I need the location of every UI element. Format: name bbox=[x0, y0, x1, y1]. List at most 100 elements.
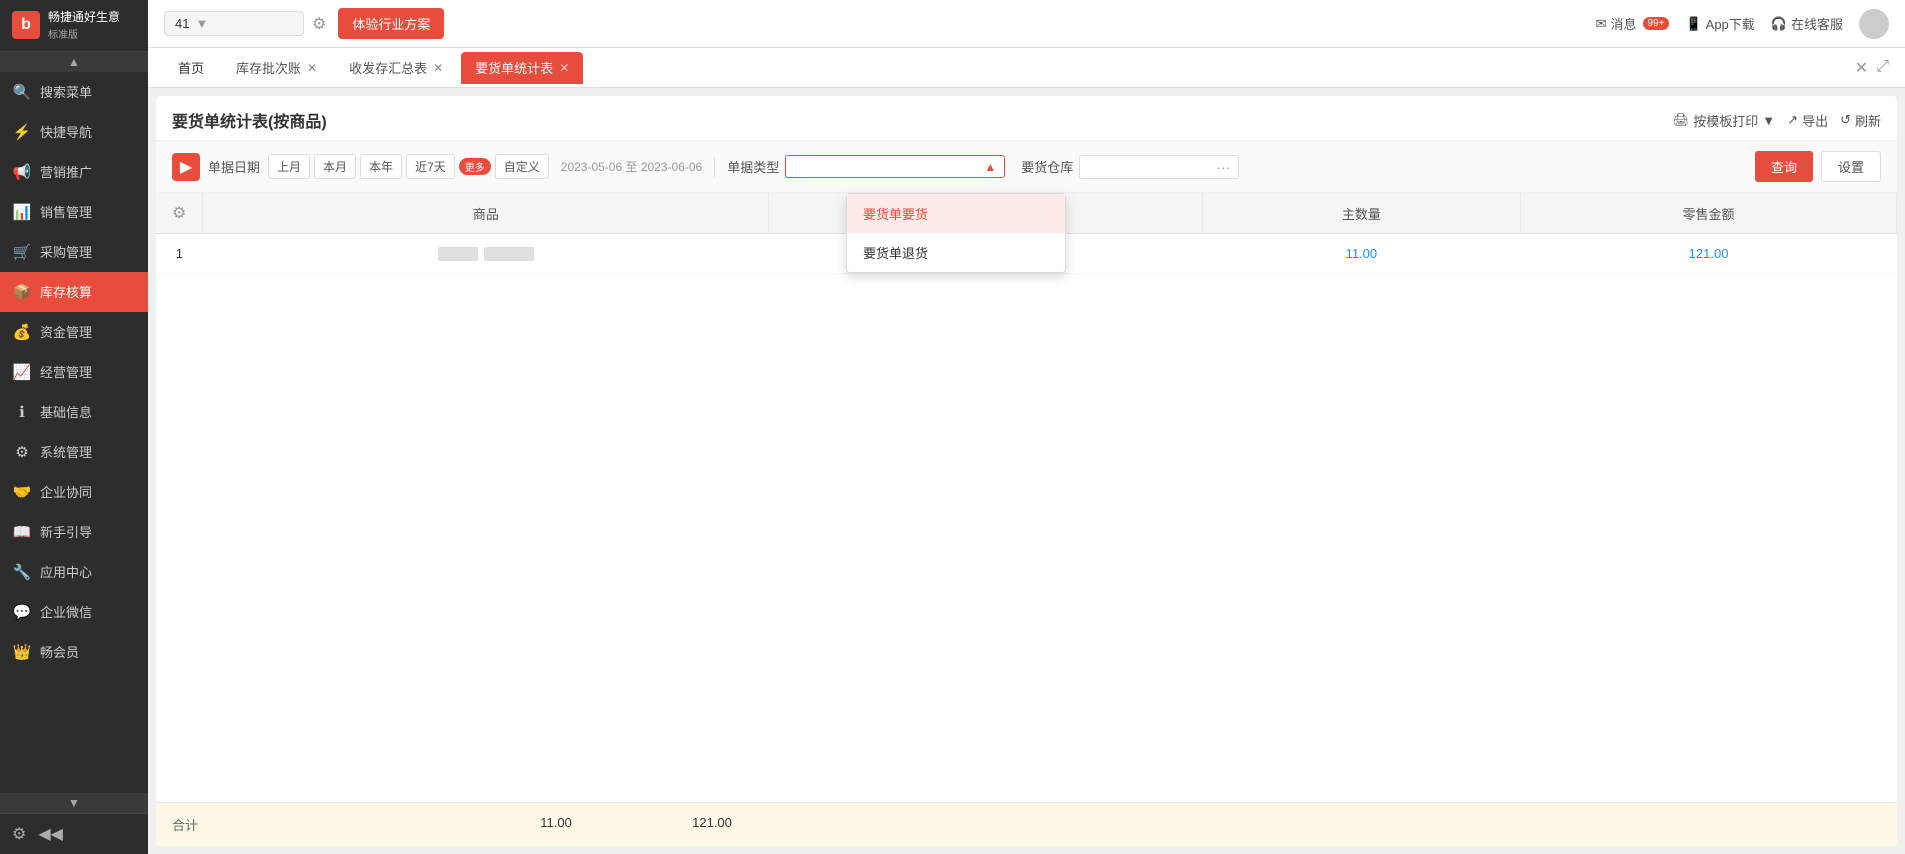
sidebar-item-label: 搜索菜单 bbox=[40, 82, 92, 101]
print-button[interactable]: 🖨 按模板打印 ▼ bbox=[1673, 111, 1775, 130]
sidebar-item-search[interactable]: 🔍 搜索菜单 bbox=[0, 72, 148, 112]
product-cell bbox=[219, 247, 753, 261]
sidebar-item-operations[interactable]: 📈 经营管理 bbox=[0, 352, 148, 392]
page-actions: 🖨 按模板打印 ▼ ↗ 导出 ↺ 刷新 bbox=[1673, 111, 1881, 130]
tabs-bar: 首页 库存批次账 ✕ 收发存汇总表 ✕ 要货单统计表 ✕ ✕ ⤢ bbox=[148, 48, 1905, 88]
sidebar-item-purchase[interactable]: 🛒 采购管理 bbox=[0, 232, 148, 272]
messages-badge: 99+ bbox=[1643, 17, 1670, 30]
sidebar-item-finance[interactable]: 💰 资金管理 bbox=[0, 312, 148, 352]
page-content: 要货单统计表(按商品) 🖨 按模板打印 ▼ ↗ 导出 ↺ 刷新 ▶ bbox=[156, 96, 1897, 846]
workspace-arrow-icon: ▼ bbox=[195, 16, 208, 31]
topbar-settings-icon[interactable]: ⚙ bbox=[312, 14, 326, 34]
sidebar-item-marketing[interactable]: 📢 营销推广 bbox=[0, 152, 148, 192]
type-dropdown-menu: 要货单要货 要货单退货 bbox=[846, 193, 1066, 273]
sidebar: b 畅捷通好生意 标准版 ▲ 🔍 搜索菜单 ⚡ 快捷导航 📢 营销推广 📊 销售… bbox=[0, 0, 148, 854]
sidebar-item-sales[interactable]: 📊 销售管理 bbox=[0, 192, 148, 232]
collapse-icon[interactable]: ◀◀ bbox=[38, 824, 63, 844]
col-settings[interactable]: ⚙ bbox=[156, 193, 203, 234]
close-all-tabs-icon[interactable]: ✕ bbox=[1855, 58, 1868, 78]
sidebar-logo: b 畅捷通好生意 标准版 bbox=[0, 0, 148, 52]
basic-info-icon: ℹ bbox=[12, 402, 32, 422]
custom-date-button[interactable]: 自定义 bbox=[495, 154, 549, 179]
date-label: 单据日期 bbox=[208, 157, 260, 176]
column-settings-icon[interactable]: ⚙ bbox=[172, 205, 186, 222]
sidebar-item-label: 快捷导航 bbox=[40, 122, 92, 141]
maximize-icon[interactable]: ⤢ bbox=[1876, 58, 1889, 78]
tab-inventory-batch[interactable]: 库存批次账 ✕ bbox=[222, 52, 331, 84]
workspace-selector[interactable]: 41 ▼ bbox=[164, 11, 304, 36]
page-title: 要货单统计表(按商品) bbox=[172, 108, 327, 132]
sidebar-item-label: 应用中心 bbox=[40, 562, 92, 581]
sidebar-item-label: 库存核算 bbox=[40, 282, 92, 301]
type-selector-arrow-icon: ▲ bbox=[984, 160, 996, 174]
refresh-icon: ↺ bbox=[1840, 112, 1851, 128]
download-icon: 📱 bbox=[1685, 16, 1701, 32]
app-name: 畅捷通好生意 bbox=[48, 10, 120, 26]
trial-button[interactable]: 体验行业方案 bbox=[338, 8, 444, 39]
date-btn-7days[interactable]: 近7天 bbox=[406, 154, 455, 179]
sidebar-item-basic-info[interactable]: ℹ 基础信息 bbox=[0, 392, 148, 432]
user-avatar[interactable] bbox=[1859, 9, 1889, 39]
wechat-icon: 💬 bbox=[12, 602, 32, 622]
sidebar-item-enterprise[interactable]: 🤝 企业协同 bbox=[0, 472, 148, 512]
warehouse-input[interactable]: ··· bbox=[1079, 155, 1239, 179]
online-service-button[interactable]: 🎧 在线客服 bbox=[1771, 14, 1843, 33]
refresh-button[interactable]: ↺ 刷新 bbox=[1840, 111, 1881, 130]
more-date-badge[interactable]: 更多 bbox=[459, 158, 491, 175]
type-selector-input[interactable]: ▲ bbox=[785, 155, 1005, 178]
tab-receive-summary[interactable]: 收发存汇总表 ✕ bbox=[335, 52, 457, 84]
purchase-icon: 🛒 bbox=[12, 242, 32, 262]
tab-close-icon[interactable]: ✕ bbox=[307, 61, 317, 75]
settings-bottom-icon[interactable]: ⚙ bbox=[12, 824, 26, 844]
export-icon: ↗ bbox=[1787, 112, 1798, 128]
sidebar-item-member[interactable]: 👑 畅会员 bbox=[0, 632, 148, 672]
col-product: 商品 bbox=[203, 193, 769, 234]
sidebar-item-inventory[interactable]: 📦 库存核算 bbox=[0, 272, 148, 312]
tab-close-icon[interactable]: ✕ bbox=[433, 61, 443, 75]
table-container: ⚙ 商品 主计量单位 主数量 零售金额 1 bbox=[156, 193, 1897, 802]
date-btn-this-month[interactable]: 本月 bbox=[314, 154, 356, 179]
print-icon: 🖨 bbox=[1673, 112, 1690, 128]
sidebar-item-enterprise-wechat[interactable]: 💬 企业微信 bbox=[0, 592, 148, 632]
main-area: 41 ▼ ⚙ 体验行业方案 ✉ 消息 99+ 📱 App下载 🎧 在线客服 首页 bbox=[148, 0, 1905, 854]
service-icon: 🎧 bbox=[1771, 16, 1787, 32]
date-btn-this-year[interactable]: 本年 bbox=[360, 154, 402, 179]
sidebar-item-label: 新手引导 bbox=[40, 522, 92, 541]
tab-close-icon[interactable]: ✕ bbox=[559, 61, 569, 75]
print-label: 按模板打印 bbox=[1693, 111, 1758, 130]
product-name-skeleton bbox=[438, 247, 478, 261]
sidebar-item-quick-nav[interactable]: ⚡ 快捷导航 bbox=[0, 112, 148, 152]
sidebar-item-guide[interactable]: 📖 新手引导 bbox=[0, 512, 148, 552]
operations-icon: 📈 bbox=[12, 362, 32, 382]
marketing-icon: 📢 bbox=[12, 162, 32, 182]
set-button[interactable]: 设置 bbox=[1821, 151, 1881, 182]
tab-order-stats[interactable]: 要货单统计表 ✕ bbox=[461, 52, 583, 84]
sidebar-item-label: 经营管理 bbox=[40, 362, 92, 381]
warehouse-more-icon[interactable]: ··· bbox=[1216, 159, 1230, 175]
messages-button[interactable]: ✉ 消息 99+ bbox=[1596, 14, 1670, 33]
dropdown-item-order-goods[interactable]: 要货单要货 bbox=[847, 194, 1065, 233]
quantity-link[interactable]: 11.00 bbox=[1346, 246, 1378, 261]
warehouse-value bbox=[1088, 159, 1121, 174]
query-button[interactable]: 查询 bbox=[1755, 151, 1813, 182]
tab-home[interactable]: 首页 bbox=[164, 52, 218, 84]
sidebar-item-app-center[interactable]: 🔧 应用中心 bbox=[0, 552, 148, 592]
sidebar-scroll-up[interactable]: ▲ bbox=[0, 52, 148, 72]
tab-home-label: 首页 bbox=[178, 58, 204, 77]
sidebar-scroll-down[interactable]: ▼ bbox=[0, 793, 148, 813]
sales-icon: 📊 bbox=[12, 202, 32, 222]
col-quantity: 主数量 bbox=[1202, 193, 1520, 234]
export-button[interactable]: ↗ 导出 bbox=[1787, 111, 1828, 130]
filter-bar: ▶ 单据日期 上月 本月 本年 近7天 更多 自定义 2023-05-06 至 … bbox=[156, 141, 1897, 193]
amount-link[interactable]: 121.00 bbox=[1689, 246, 1729, 261]
footer-amount: 121.00 bbox=[662, 815, 762, 834]
sidebar-item-system[interactable]: ⚙ 系统管理 bbox=[0, 432, 148, 472]
print-dropdown-icon: ▼ bbox=[1762, 113, 1775, 128]
inventory-icon: 📦 bbox=[12, 282, 32, 302]
sidebar-item-label: 畅会员 bbox=[40, 642, 79, 661]
filter-expand-button[interactable]: ▶ bbox=[172, 153, 200, 181]
app-download-button[interactable]: 📱 App下载 bbox=[1685, 14, 1754, 33]
dropdown-item-order-return[interactable]: 要货单退货 bbox=[847, 233, 1065, 272]
sidebar-item-label: 系统管理 bbox=[40, 442, 92, 461]
date-btn-last-month[interactable]: 上月 bbox=[268, 154, 310, 179]
